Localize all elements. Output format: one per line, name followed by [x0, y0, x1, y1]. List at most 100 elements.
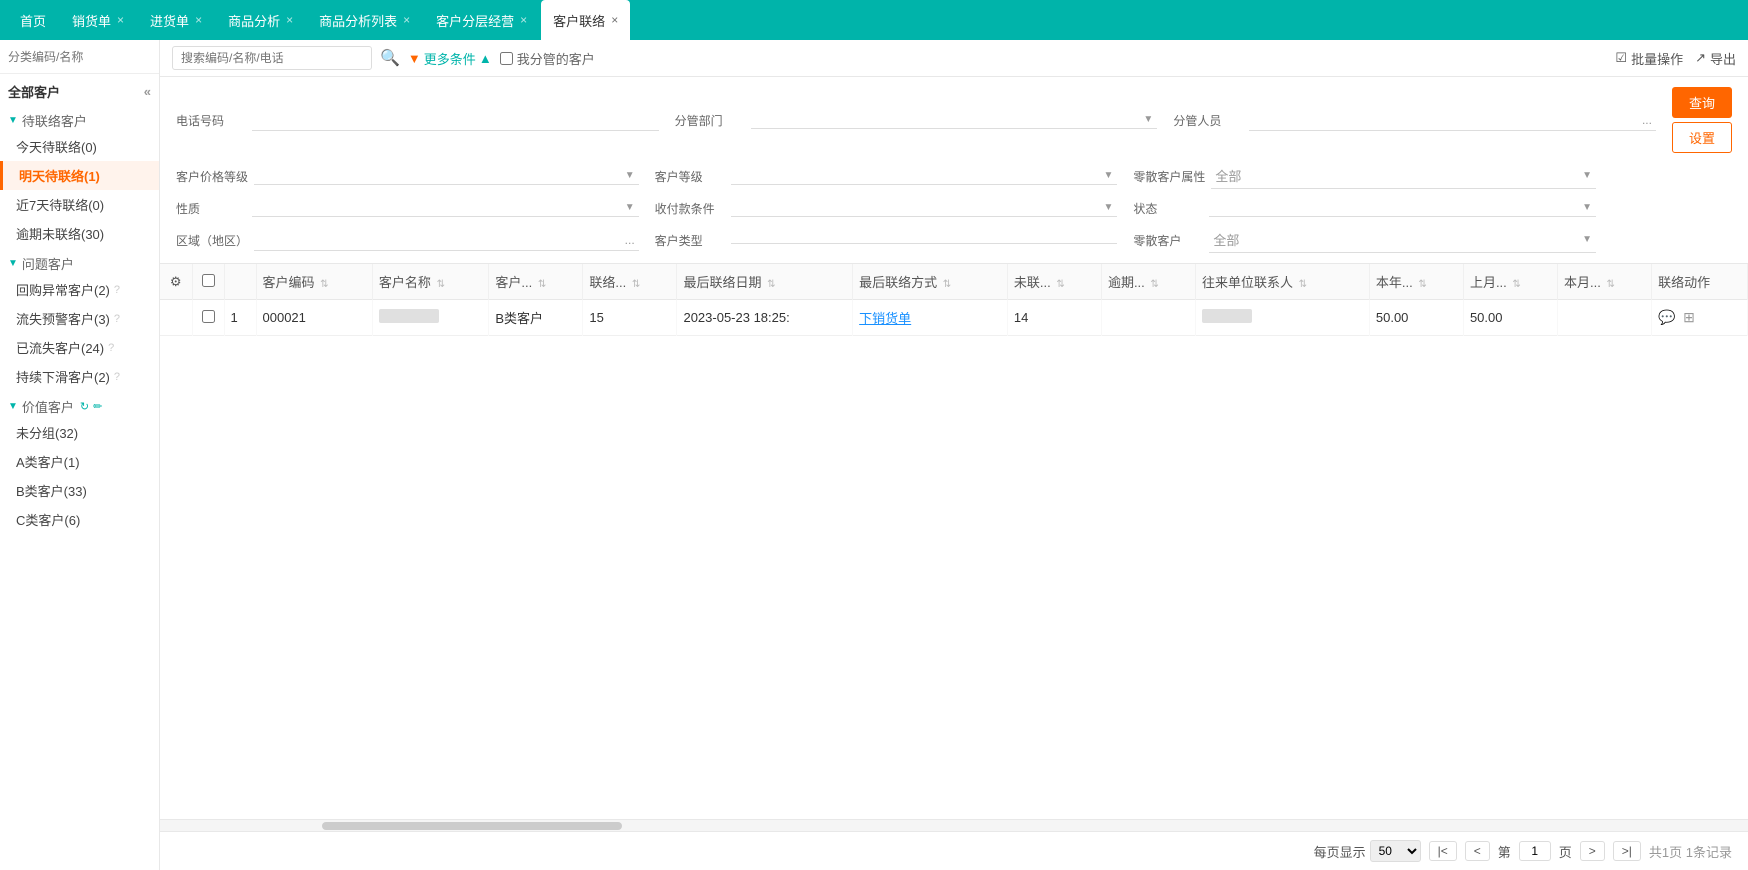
payment-select[interactable]: ▼ — [731, 199, 1118, 217]
unit-contact-placeholder — [1202, 309, 1252, 323]
filter-bar: 🔍 ▼ 更多条件 ▲ 我分管的客户 ☑ 批量操作 ↗ 导出 — [160, 40, 1748, 77]
col-last-contact-method[interactable]: 最后联络方式 ⇅ — [853, 264, 1008, 300]
query-button[interactable]: 查询 — [1672, 87, 1732, 118]
phone-input[interactable] — [252, 110, 659, 131]
set-button[interactable]: 设置 — [1672, 122, 1732, 153]
filter-bar-right: ☑ 批量操作 ↗ 导出 — [1615, 49, 1736, 68]
col-type[interactable]: 客户... ⇅ — [489, 264, 583, 300]
row-checkbox[interactable] — [202, 310, 215, 323]
sidebar-collapse-icon[interactable]: « — [144, 84, 151, 99]
nav-customer-contact-close[interactable]: × — [611, 13, 618, 27]
prev-page-button[interactable]: < — [1465, 841, 1490, 861]
region-select[interactable]: ... — [254, 230, 639, 251]
nav-purchase-order-close[interactable]: × — [195, 13, 202, 27]
col-overdue[interactable]: 逾期... ⇅ — [1101, 264, 1195, 300]
select-all-checkbox[interactable] — [202, 274, 215, 287]
nav-purchase-order[interactable]: 进货单 × — [138, 0, 214, 40]
name-placeholder — [379, 309, 439, 323]
my-customers-checkbox[interactable] — [500, 52, 513, 65]
nav-product-analysis[interactable]: 商品分析 × — [216, 0, 305, 40]
nav-product-analysis-list-close[interactable]: × — [403, 13, 410, 27]
my-customers-checkbox-label[interactable]: 我分管的客户 — [500, 49, 595, 68]
sidebar-item-class-a[interactable]: A类客户(1) — [0, 447, 159, 476]
customer-level-select[interactable]: ▼ — [731, 167, 1118, 185]
row-last-method-cell[interactable]: 下销货单 — [853, 300, 1008, 336]
section-value-customers: ▼ 价值客户 ↻ ✏ — [0, 391, 159, 418]
price-level-select[interactable]: ▼ — [254, 167, 639, 185]
sort-code-icon: ⇅ — [320, 279, 328, 290]
sidebar-item-ungrouped[interactable]: 未分组(32) — [0, 418, 159, 447]
nav-customer-tiering-close[interactable]: × — [520, 13, 527, 27]
section-triangle-icon-2: ▼ — [8, 258, 18, 269]
sidebar-item-churn-warning[interactable]: 流失预警客户(3) ? — [0, 304, 159, 333]
page-size-select[interactable]: 50 100 200 — [1370, 840, 1421, 862]
nav-sales-order-close[interactable]: × — [117, 13, 124, 27]
search-input[interactable] — [172, 46, 372, 70]
col-this-month[interactable]: 本月... ⇅ — [1558, 264, 1652, 300]
col-last-month[interactable]: 上月... ⇅ — [1463, 264, 1557, 300]
filter-payment-field: 收付款条件 ▼ — [655, 199, 1118, 217]
action-chat-icon[interactable]: 💬 — [1658, 309, 1675, 325]
customer-type-select[interactable] — [731, 237, 1118, 244]
retail-attr-label: 零散客户属性 — [1133, 168, 1205, 185]
col-contact[interactable]: 联络... ⇅ — [583, 264, 677, 300]
col-name[interactable]: 客户名称 ⇅ — [372, 264, 488, 300]
row-checkbox-cell[interactable] — [192, 300, 224, 336]
sidebar-item-class-b[interactable]: B类客户(33) — [0, 476, 159, 505]
gear-settings-icon[interactable]: ⚙ — [170, 274, 182, 289]
more-conditions-button[interactable]: ▼ 更多条件 ▲ — [408, 49, 492, 68]
help-icon-2: ? — [114, 313, 120, 325]
filter-dept-field: 分管部门 ▼ — [675, 111, 1158, 129]
retail-customer-select[interactable]: 全部 ▼ — [1209, 227, 1596, 253]
sidebar-item-repurchase-abnormal[interactable]: 回购异常客户(2) ? — [0, 275, 159, 304]
col-index — [224, 264, 256, 300]
person-select[interactable]: ... — [1249, 110, 1656, 131]
status-select[interactable]: ▼ — [1209, 199, 1596, 217]
section-problem-customers: ▼ 问题客户 — [0, 248, 159, 275]
edit-icon[interactable]: ✏ — [93, 400, 102, 413]
help-icon-1: ? — [114, 284, 120, 296]
action-grid-icon[interactable]: ⊞ — [1683, 309, 1695, 325]
sidebar-item-class-c[interactable]: C类客户(6) — [0, 505, 159, 534]
nature-label: 性质 — [176, 200, 246, 217]
sidebar-item-today-contact[interactable]: 今天待联络(0) — [0, 132, 159, 161]
nav-home[interactable]: 首页 — [8, 0, 58, 40]
scrollbar-thumb[interactable] — [322, 822, 622, 830]
col-unit-contact[interactable]: 往来单位联系人 ⇅ — [1196, 264, 1370, 300]
page-number-input[interactable] — [1519, 841, 1551, 861]
sidebar-item-tomorrow-contact[interactable]: 明天待联络(1) — [0, 161, 159, 190]
last-method-link[interactable]: 下销货单 — [859, 311, 911, 326]
refresh-icon[interactable]: ↻ — [80, 400, 89, 413]
sidebar-search-input[interactable] — [8, 50, 160, 64]
col-checkbox[interactable] — [192, 264, 224, 300]
first-page-button[interactable]: |< — [1429, 841, 1457, 861]
filter-row-1: 电话号码 分管部门 ▼ 分管人员 ... 查询 — [176, 87, 1732, 153]
col-code[interactable]: 客户编码 ⇅ — [256, 264, 372, 300]
filter-nature-field: 性质 ▼ — [176, 199, 639, 217]
col-no-contact[interactable]: 未联... ⇅ — [1007, 264, 1101, 300]
col-last-contact-date[interactable]: 最后联络日期 ⇅ — [677, 264, 853, 300]
retail-attr-select[interactable]: 全部 ▼ — [1211, 163, 1596, 189]
customer-type-label: 客户类型 — [655, 232, 725, 249]
filter-search-icon[interactable]: 🔍 — [380, 48, 400, 68]
nature-select[interactable]: ▼ — [252, 199, 639, 217]
nav-customer-contact[interactable]: 客户联络 × — [541, 0, 630, 40]
nav-product-analysis-list[interactable]: 商品分析列表 × — [307, 0, 422, 40]
export-button[interactable]: ↗ 导出 — [1695, 49, 1736, 68]
sidebar-item-overdue-contact[interactable]: 逾期未联络(30) — [0, 219, 159, 248]
nav-product-analysis-close[interactable]: × — [286, 13, 293, 27]
sidebar-item-churned[interactable]: 已流失客户(24) ? — [0, 333, 159, 362]
customers-table: ⚙ 客户编码 ⇅ 客户名称 ⇅ — [160, 264, 1748, 336]
dept-select[interactable]: ▼ — [751, 111, 1158, 129]
sidebar-item-continuous-decline[interactable]: 持续下滑客户(2) ? — [0, 362, 159, 391]
col-this-year[interactable]: 本年... ⇅ — [1369, 264, 1463, 300]
sidebar-item-7days-contact[interactable]: 近7天待联络(0) — [0, 190, 159, 219]
nav-sales-order[interactable]: 销货单 × — [60, 0, 136, 40]
last-page-button[interactable]: >| — [1613, 841, 1641, 861]
batch-operation-button[interactable]: ☑ 批量操作 — [1615, 49, 1683, 68]
nav-customer-tiering[interactable]: 客户分层经营 × — [424, 0, 539, 40]
next-page-button[interactable]: > — [1580, 841, 1605, 861]
col-gear[interactable]: ⚙ — [160, 264, 192, 300]
horizontal-scrollbar[interactable] — [160, 819, 1748, 831]
section-pending-contact: ▼ 待联络客户 — [0, 105, 159, 132]
